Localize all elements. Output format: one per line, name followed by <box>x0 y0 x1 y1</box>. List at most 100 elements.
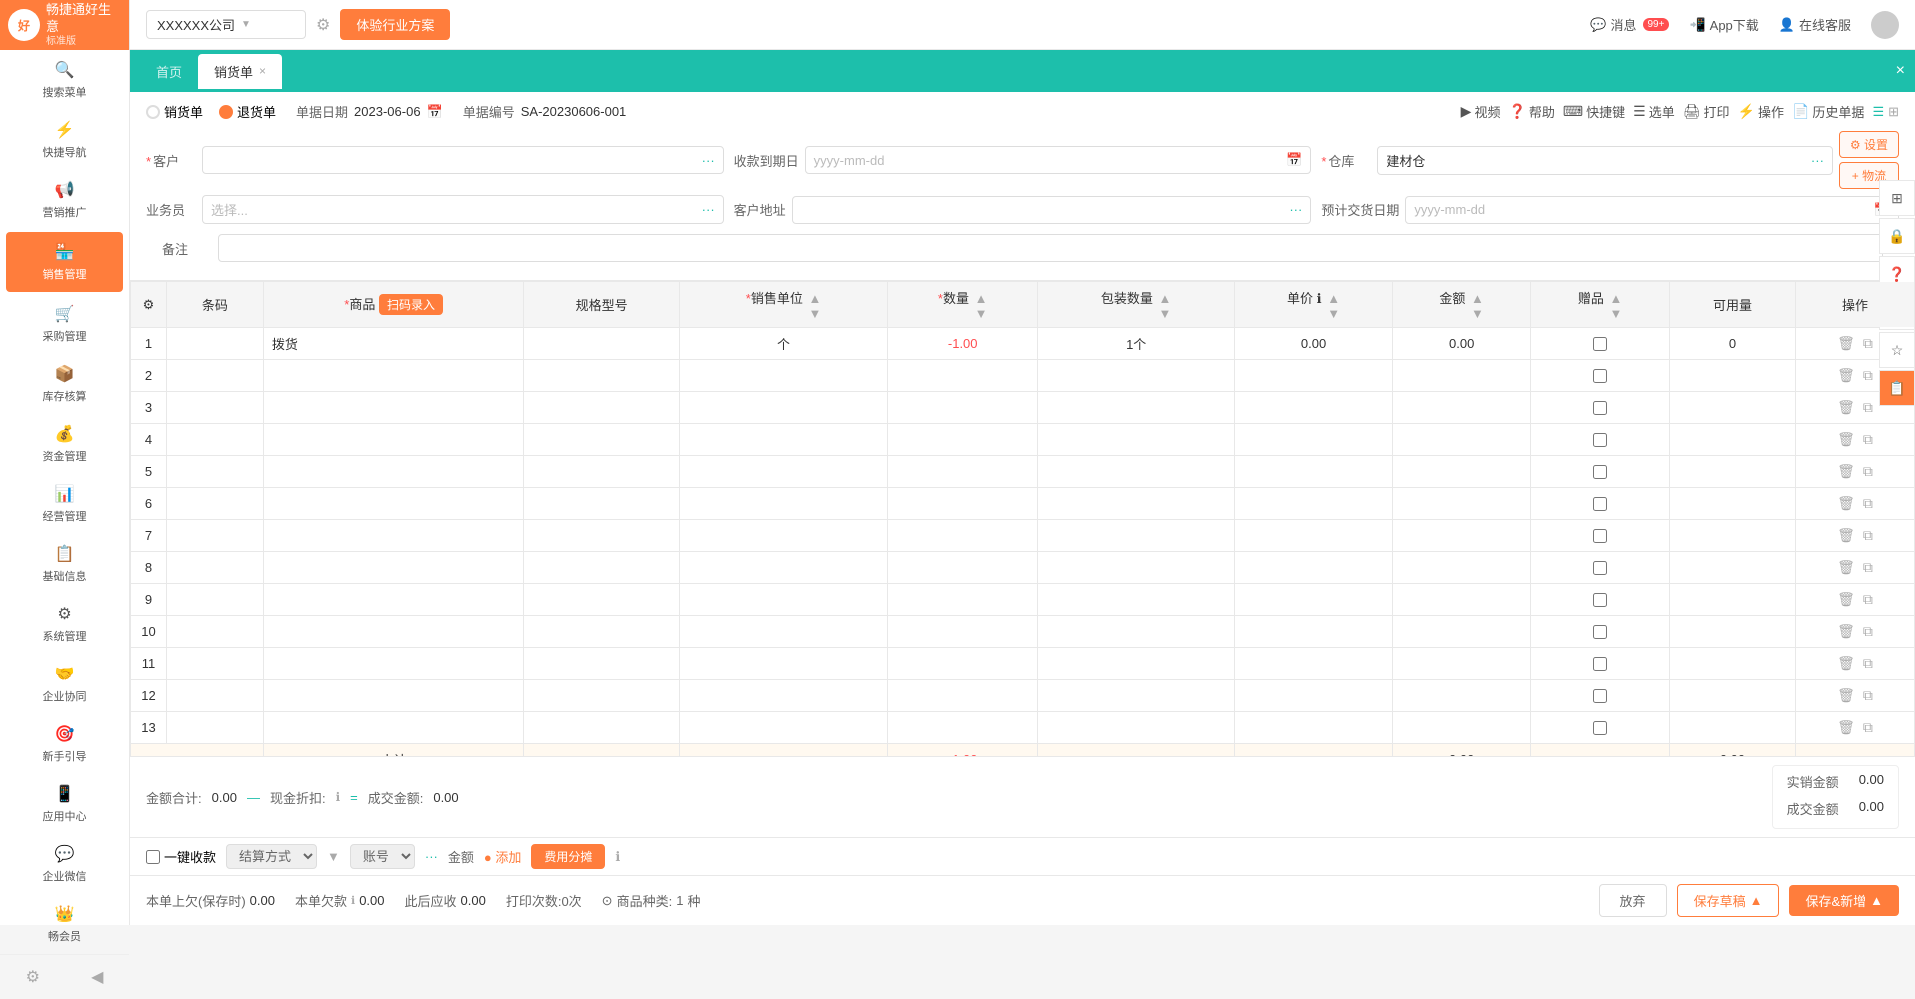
radio-sales[interactable]: 销货单 <box>146 102 203 121</box>
delete-icon[interactable]: 🗑 <box>1837 399 1855 416</box>
th-settings[interactable]: ⚙ <box>131 282 167 328</box>
due-date-input[interactable]: yyyy-mm-dd 📅 <box>805 146 1312 174</box>
delete-icon[interactable]: 🗑 <box>1837 591 1855 608</box>
copy-icon[interactable]: ⧉ <box>1863 431 1873 448</box>
sidebar-item-marketing[interactable]: 📢 营销推广 <box>0 170 129 230</box>
warehouse-dots-icon[interactable]: ··· <box>1811 153 1824 168</box>
float-btn-2[interactable]: 🔒 <box>1879 218 1915 254</box>
window-close-icon[interactable]: × <box>1896 62 1905 80</box>
sidebar-item-search[interactable]: 🔍 搜索菜单 <box>0 50 129 110</box>
copy-icon[interactable]: ⧉ <box>1863 687 1873 704</box>
company-select[interactable]: XXXXXX公司 ▼ <box>146 10 306 39</box>
gift-checkbox-10[interactable] <box>1593 625 1607 639</box>
warehouse-input[interactable]: 建材仓 ··· <box>1377 146 1833 175</box>
delete-icon[interactable]: 🗑 <box>1837 527 1855 544</box>
shortcut-btn[interactable]: ⌨ 快捷键 <box>1563 102 1625 121</box>
history-btn[interactable]: 📄 历史单据 <box>1792 102 1864 121</box>
salesperson-dots-icon[interactable]: ··· <box>702 202 715 217</box>
column-settings-icon[interactable]: ⚙ <box>143 297 155 312</box>
sidebar-item-quick-nav[interactable]: ⚡ 快捷导航 <box>0 110 129 170</box>
float-btn-1[interactable]: ⊞ <box>1879 180 1915 216</box>
salesperson-input[interactable]: 选择... ··· <box>202 195 724 224</box>
copy-icon[interactable]: ⧉ <box>1863 527 1873 544</box>
copy-icon[interactable]: ⧉ <box>1863 655 1873 672</box>
float-btn-6[interactable]: 📋 <box>1879 370 1915 406</box>
due-date-calendar-icon[interactable]: 📅 <box>1286 152 1302 168</box>
gift-checkbox-12[interactable] <box>1593 689 1607 703</box>
trial-button[interactable]: 体验行业方案 <box>340 9 450 40</box>
settlement-method-select[interactable]: 结算方式 <box>226 844 317 869</box>
sidebar-item-finance[interactable]: 💰 资金管理 <box>0 414 129 474</box>
tab-sales-order[interactable]: 销货单 × <box>198 54 282 89</box>
float-btn-5[interactable]: ☆ <box>1879 332 1915 368</box>
collapse-icon[interactable]: ◀ <box>87 963 107 991</box>
gift-checkbox-5[interactable] <box>1593 465 1607 479</box>
delete-icon[interactable]: 🗑 <box>1837 367 1855 384</box>
sidebar-item-sales[interactable]: 🏪 销售管理 <box>6 232 123 292</box>
delete-row-icon[interactable]: 🗑 <box>1837 335 1855 352</box>
remarks-input[interactable] <box>218 234 1883 262</box>
delete-icon[interactable]: 🗑 <box>1837 431 1855 448</box>
video-btn[interactable]: ▶ 视频 <box>1461 102 1501 121</box>
gift-checkbox-11[interactable] <box>1593 657 1607 671</box>
sidebar-item-basic-info[interactable]: 📋 基础信息 <box>0 534 129 594</box>
sidebar-item-app-center[interactable]: 📱 应用中心 <box>0 774 129 834</box>
copy-icon[interactable]: ⧉ <box>1863 463 1873 480</box>
sidebar-item-guide[interactable]: 🎯 新手引导 <box>0 714 129 774</box>
sidebar-item-purchase[interactable]: 🛒 采购管理 <box>0 294 129 354</box>
delete-icon[interactable]: 🗑 <box>1837 655 1855 672</box>
gift-checkbox-13[interactable] <box>1593 721 1607 735</box>
delete-icon[interactable]: 🗑 <box>1837 623 1855 640</box>
scan-button[interactable]: 扫码录入 <box>379 294 443 315</box>
gift-checkbox-9[interactable] <box>1593 593 1607 607</box>
gear-button[interactable]: ⚙ <box>316 15 330 35</box>
gift-checkbox-3[interactable] <box>1593 401 1607 415</box>
save-new-button[interactable]: 保存&新增 ▲ <box>1789 885 1899 916</box>
copy-icon[interactable]: ⧉ <box>1863 367 1873 384</box>
settings-button[interactable]: ⚙ 设置 <box>1839 131 1899 158</box>
list-view-icon[interactable]: ☰ <box>1872 104 1884 120</box>
one-click-checkbox[interactable] <box>146 850 160 864</box>
delete-icon[interactable]: 🗑 <box>1837 559 1855 576</box>
sidebar-item-system[interactable]: ⚙ 系统管理 <box>0 594 129 654</box>
calendar-icon[interactable]: 📅 <box>427 104 443 120</box>
grid-view-icon[interactable]: ⊞ <box>1888 104 1899 120</box>
customer-dots-icon[interactable]: ··· <box>702 153 715 168</box>
customer-input[interactable]: ··· <box>202 146 724 174</box>
expense-split-button[interactable]: 费用分摊 <box>531 844 605 869</box>
message-button[interactable]: 💬 消息 99+ <box>1590 15 1669 34</box>
account-select[interactable]: 账号 <box>350 844 415 869</box>
add-button[interactable]: ● 添加 <box>484 847 521 866</box>
customer-address-input[interactable]: ··· <box>792 196 1312 224</box>
radio-return[interactable]: 退货单 <box>219 102 276 121</box>
copy-icon[interactable]: ⧉ <box>1863 495 1873 512</box>
settings-icon[interactable]: ⚙ <box>22 963 44 991</box>
address-dots-icon[interactable]: ··· <box>1289 202 1302 217</box>
avatar[interactable] <box>1871 11 1899 39</box>
gift-checkbox-6[interactable] <box>1593 497 1607 511</box>
sidebar-item-operations[interactable]: 📊 经营管理 <box>0 474 129 534</box>
gift-checkbox-2[interactable] <box>1593 369 1607 383</box>
online-service-button[interactable]: 👤 在线客服 <box>1779 15 1851 34</box>
copy-row-icon[interactable]: ⧉ <box>1863 335 1873 352</box>
expected-delivery-input[interactable]: yyyy-mm-dd 📅 <box>1405 196 1899 224</box>
copy-icon[interactable]: ⧉ <box>1863 719 1873 736</box>
sidebar-item-member[interactable]: 👑 畅会员 <box>0 894 129 954</box>
account-dots-icon[interactable]: ··· <box>425 849 438 864</box>
select-doc-btn[interactable]: ☰ 选单 <box>1633 102 1675 121</box>
gift-checkbox-8[interactable] <box>1593 561 1607 575</box>
gift-checkbox-1[interactable] <box>1593 337 1607 351</box>
sidebar-item-inventory[interactable]: 📦 库存核算 <box>0 354 129 414</box>
print-btn[interactable]: 🖨 打印 <box>1683 102 1730 121</box>
copy-icon[interactable]: ⧉ <box>1863 591 1873 608</box>
delete-icon[interactable]: 🗑 <box>1837 495 1855 512</box>
operation-btn[interactable]: ⚡ 操作 <box>1738 102 1784 121</box>
delete-icon[interactable]: 🗑 <box>1837 719 1855 736</box>
delete-icon[interactable]: 🗑 <box>1837 463 1855 480</box>
copy-icon[interactable]: ⧉ <box>1863 559 1873 576</box>
delete-icon[interactable]: 🗑 <box>1837 687 1855 704</box>
discard-button[interactable]: 放弃 <box>1599 884 1667 917</box>
copy-icon[interactable]: ⧉ <box>1863 623 1873 640</box>
copy-icon[interactable]: ⧉ <box>1863 399 1873 416</box>
sidebar-item-enterprise[interactable]: 🤝 企业协同 <box>0 654 129 714</box>
